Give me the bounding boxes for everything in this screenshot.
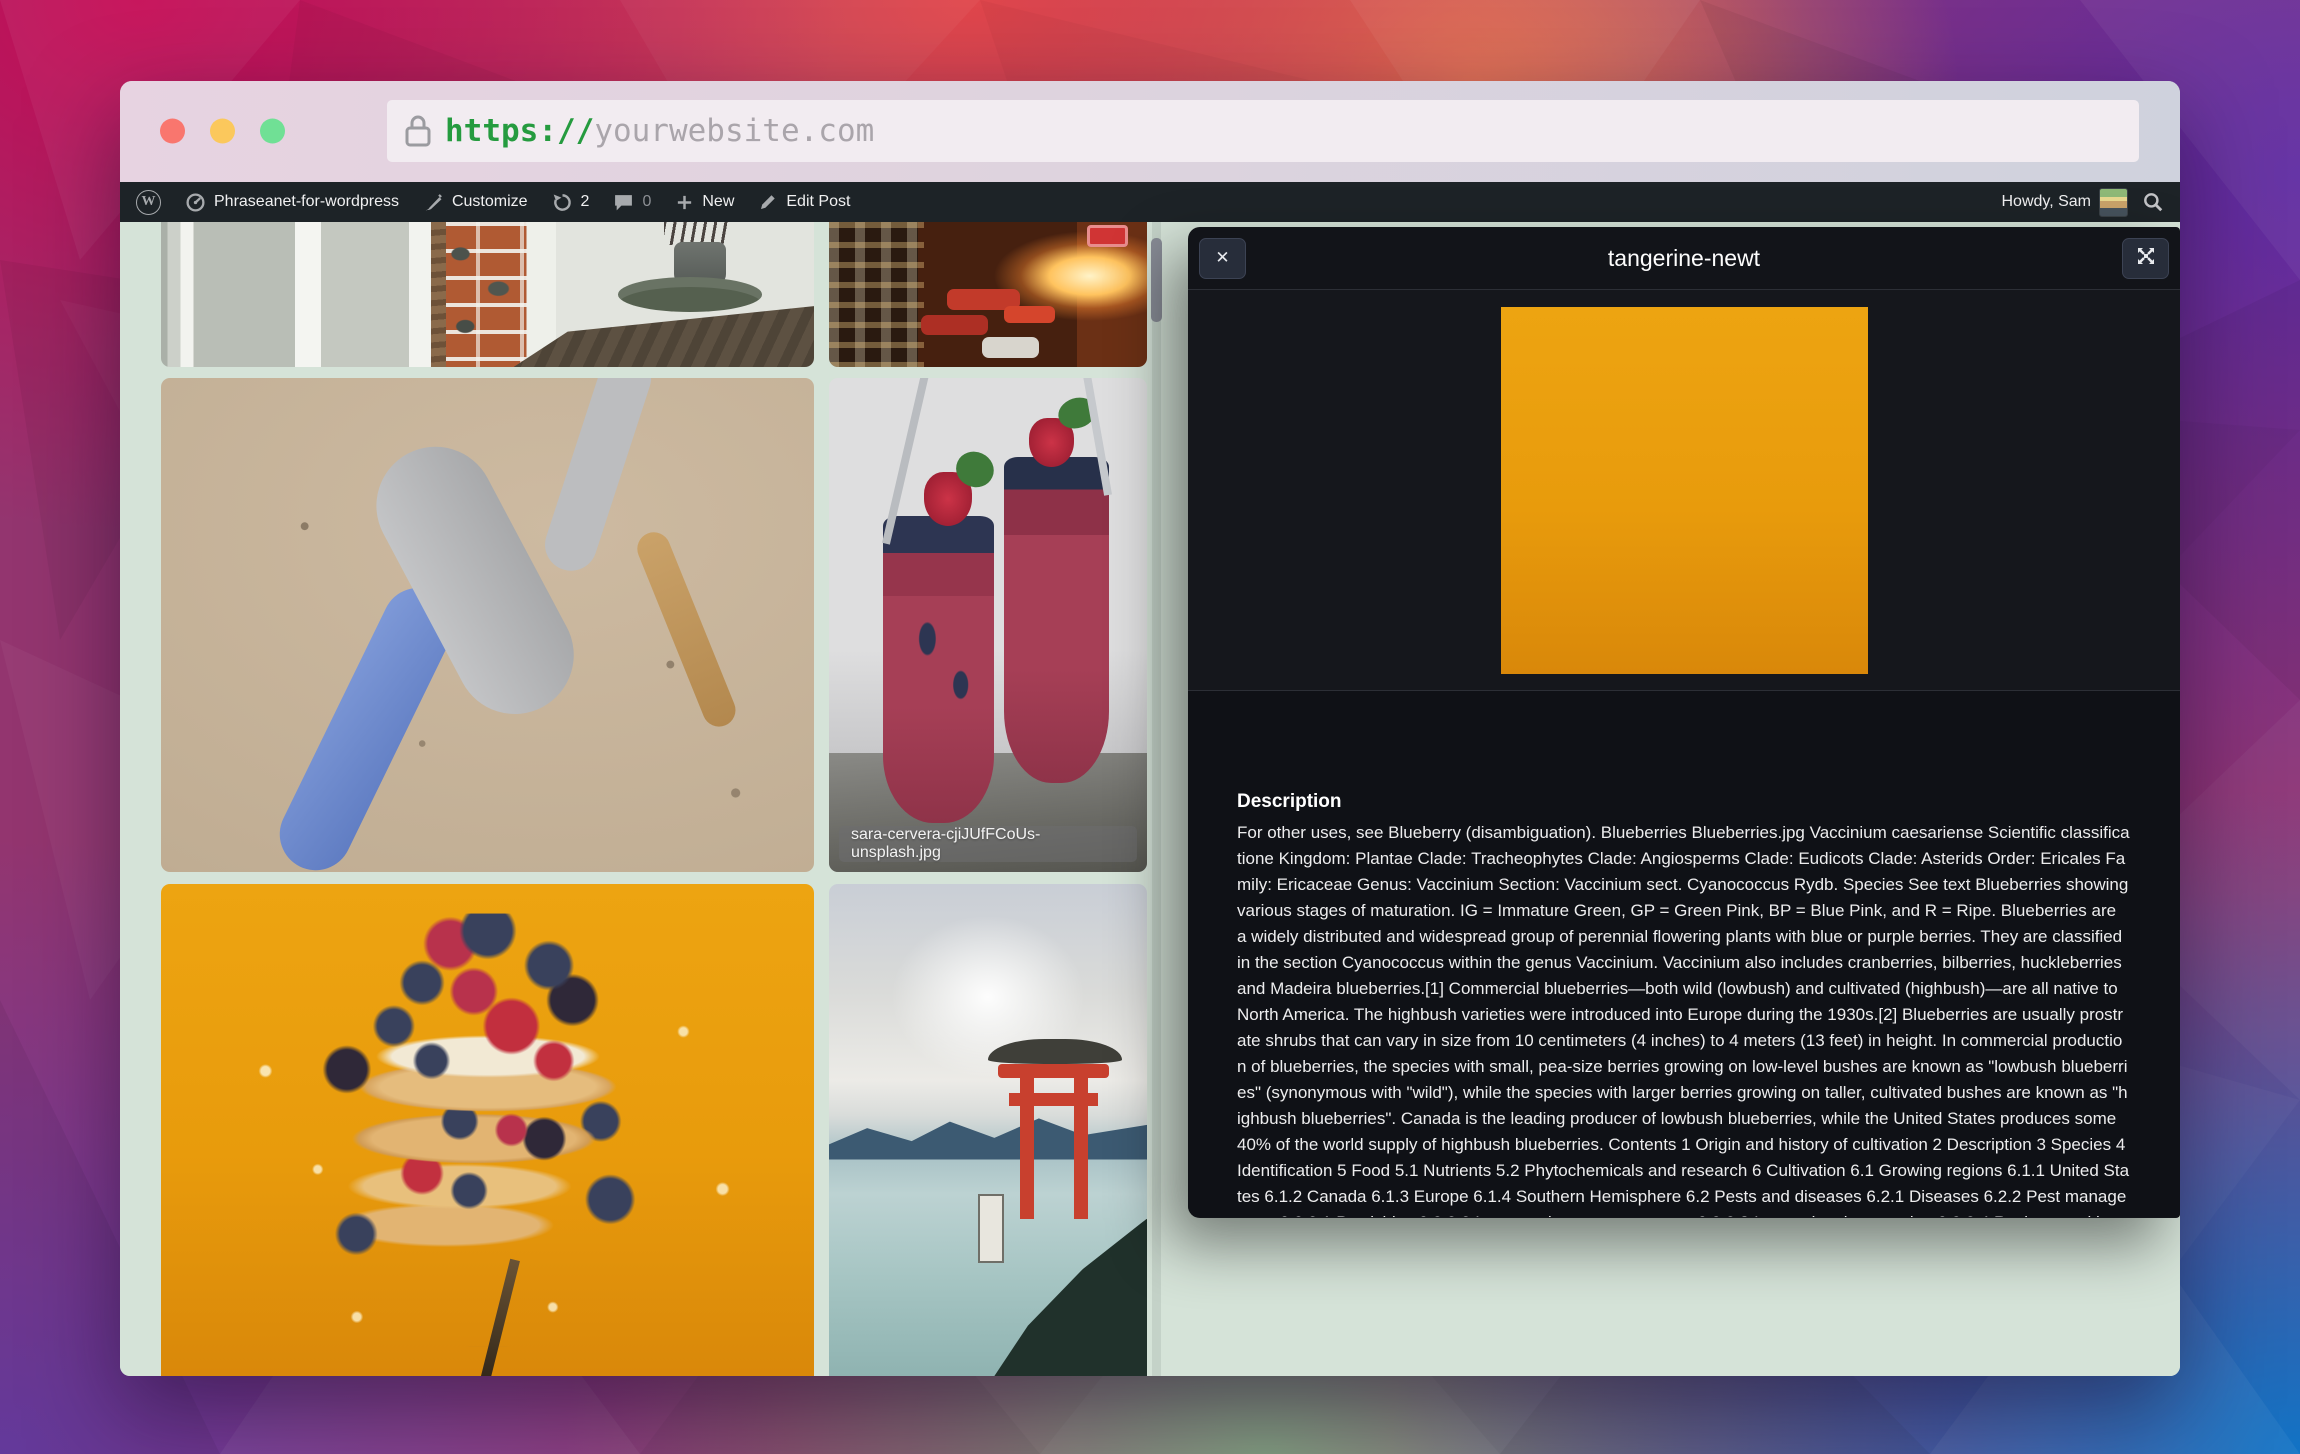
lock-icon xyxy=(405,114,431,148)
gallery-photo-pancake-stack[interactable] xyxy=(161,884,814,1376)
minimize-window-button[interactable] xyxy=(210,118,235,144)
mountains-detail xyxy=(829,1118,1147,1160)
site-name-label: Phraseanet-for-wordpress xyxy=(214,193,399,210)
van-detail xyxy=(981,336,1039,359)
building-windows-detail xyxy=(829,222,925,367)
plus-icon xyxy=(675,193,694,212)
photo-filename-caption: sara-cervera-cjiJUfFCoUs-unsplash.jpg xyxy=(839,826,1137,862)
site-name-menu[interactable]: Phraseanet-for-wordpress xyxy=(185,192,399,213)
media-detail-panel: tangerine-newt ✕ Description For other u… xyxy=(1188,227,2180,1218)
rope-detail xyxy=(430,222,447,367)
dashboard-icon xyxy=(185,192,206,213)
rocks-detail xyxy=(994,1218,1147,1376)
wood-sill-detail xyxy=(513,306,814,367)
updates-count: 2 xyxy=(580,193,590,210)
bus-detail xyxy=(1003,306,1055,324)
close-panel-button[interactable]: ✕ xyxy=(1199,237,1246,279)
admin-search[interactable] xyxy=(2142,191,2164,213)
browser-titlebar: https://yourwebsite.com xyxy=(120,81,2180,182)
close-icon: ✕ xyxy=(1215,248,1230,267)
close-window-button[interactable] xyxy=(160,118,185,144)
gallery-photo-yoga[interactable] xyxy=(161,378,814,872)
bus-detail xyxy=(921,314,988,336)
greeting-label: Howdy, Sam xyxy=(2001,193,2091,210)
page-scrollbar-track xyxy=(1152,222,1161,1376)
updates-icon xyxy=(552,192,573,213)
gallery-photo-torii-gate[interactable] xyxy=(829,884,1147,1376)
customize-menu[interactable]: Customize xyxy=(423,192,528,213)
figure-hair-detail xyxy=(632,527,741,733)
page-scrollbar-thumb[interactable] xyxy=(1151,238,1162,322)
pencil-icon xyxy=(758,192,778,212)
fullscreen-button[interactable] xyxy=(2122,237,2169,279)
comments-count: 0 xyxy=(642,193,652,210)
pancake-berries-detail xyxy=(252,913,723,1347)
side-table-detail xyxy=(618,277,762,312)
torii-beam-detail xyxy=(997,1063,1109,1079)
gallery-photo-interior-window[interactable] xyxy=(161,222,814,367)
panel-title: tangerine-newt xyxy=(1607,244,1761,271)
sign-post-detail xyxy=(978,1193,1004,1263)
panel-header: tangerine-newt ✕ xyxy=(1188,227,2180,290)
gallery-photo-smoothie[interactable]: sara-cervera-cjiJUfFCoUs-unsplash.jpg xyxy=(829,378,1147,872)
address-bar[interactable]: https://yourwebsite.com xyxy=(387,100,2139,162)
torii-beam-detail xyxy=(1008,1093,1098,1106)
window-controls xyxy=(160,118,285,144)
customize-label: Customize xyxy=(451,193,528,210)
new-content-menu[interactable]: New xyxy=(675,193,734,212)
browser-window: https://yourwebsite.com W Phraseanet-for… xyxy=(120,81,2180,1376)
search-icon xyxy=(2142,191,2164,213)
zoom-window-button[interactable] xyxy=(260,118,285,144)
comments-menu[interactable]: 0 xyxy=(613,192,651,213)
new-label: New xyxy=(702,193,735,210)
url-host: yourwebsite.com xyxy=(594,113,875,149)
smoothie-glass-detail xyxy=(1003,457,1109,784)
media-preview-image xyxy=(1500,306,1868,674)
neon-sign-detail xyxy=(1086,224,1128,247)
smoothie-glass-detail xyxy=(883,516,995,823)
description-text: For other uses, see Blueberry (disambigu… xyxy=(1237,823,2130,1217)
comment-bubble-icon xyxy=(613,192,634,213)
url-scheme: https:// xyxy=(445,113,595,149)
account-menu[interactable]: Howdy, Sam xyxy=(2001,187,2128,217)
wordpress-logo-icon: W xyxy=(136,189,161,215)
expand-icon xyxy=(2135,245,2157,272)
brush-icon xyxy=(423,192,444,213)
edit-post-menu[interactable]: Edit Post xyxy=(758,192,850,212)
wp-admin-bar: W Phraseanet-for-wordpress Customize 2 0 xyxy=(120,182,2180,222)
edit-post-label: Edit Post xyxy=(786,193,851,210)
updates-menu[interactable]: 2 xyxy=(552,192,590,213)
user-avatar xyxy=(2099,187,2128,217)
gallery-photo-night-street[interactable] xyxy=(829,222,1147,367)
media-preview-stage xyxy=(1188,290,2180,690)
description-section: Description For other uses, see Blueberr… xyxy=(1188,690,2180,1217)
site-page: sara-cervera-cjiJUfFCoUs-unsplash.jpg ta… xyxy=(120,222,2180,1376)
wp-logo-menu[interactable]: W xyxy=(136,189,161,215)
description-heading: Description xyxy=(1237,791,1342,812)
